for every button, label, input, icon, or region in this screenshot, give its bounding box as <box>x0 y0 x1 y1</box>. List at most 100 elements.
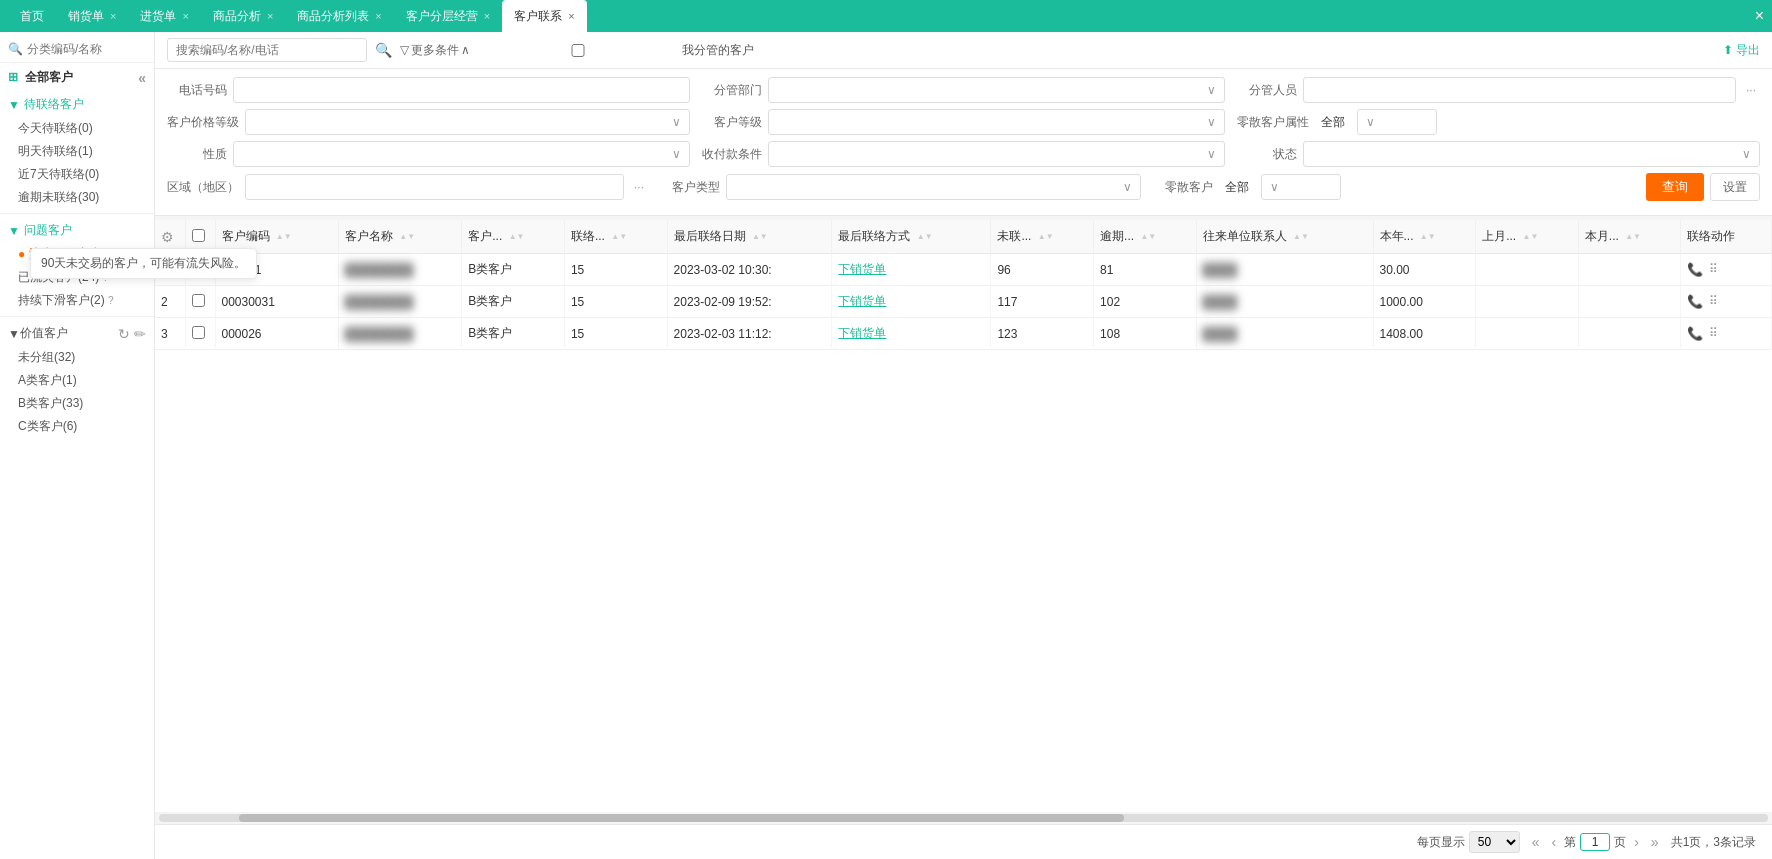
sidebar-collapse-icon[interactable]: « <box>138 70 146 86</box>
scrollbar-track <box>159 814 1768 822</box>
region-input[interactable] <box>245 174 624 200</box>
sort-name-icon[interactable]: ▲▼ <box>399 232 415 241</box>
phone-action-icon[interactable]: 📞 <box>1687 262 1703 277</box>
sidebar-item-a-class[interactable]: A类客户(1) <box>0 369 154 392</box>
price-level-select[interactable]: ∨ <box>245 109 690 135</box>
phone-action-icon[interactable]: 📞 <box>1687 294 1703 309</box>
current-page[interactable]: 1 <box>1580 833 1610 851</box>
method-link[interactable]: 下销货单 <box>838 294 886 308</box>
cell-actions: 📞⠿ <box>1681 286 1772 318</box>
tab-purchase[interactable]: 进货单 × <box>128 0 200 32</box>
region-dotdot[interactable]: ··· <box>630 180 648 194</box>
sort-contact-icon[interactable]: ▲▼ <box>611 232 627 241</box>
field-phone: 电话号码 <box>167 77 690 103</box>
col-last-date-label: 最后联络日期 <box>674 229 746 243</box>
phone-input[interactable] <box>233 77 690 103</box>
method-link[interactable]: 下销货单 <box>838 262 886 276</box>
cell-type: B类客户 <box>462 318 565 350</box>
scatter-attr-select[interactable]: ∨ <box>1357 109 1437 135</box>
more-action-icon[interactable]: ⠿ <box>1709 262 1718 277</box>
tab-goods-list[interactable]: 商品分析列表 × <box>285 0 393 32</box>
scatter-customer-value: 全部 <box>1219 179 1255 196</box>
sidebar-item-declining[interactable]: 持续下滑客户(2) ? <box>0 289 154 312</box>
customer-type-select[interactable]: ∨ <box>726 174 1141 200</box>
tab-customer-contact[interactable]: 客户联系 × <box>502 0 586 32</box>
sort-lmonth-icon[interactable]: ▲▼ <box>1523 232 1539 241</box>
export-button[interactable]: ⬆ 导出 <box>1723 42 1760 59</box>
close-purchase-icon[interactable]: × <box>182 10 188 22</box>
sort-overdue-icon[interactable]: ▲▼ <box>1140 232 1156 241</box>
select-all-checkbox[interactable] <box>192 229 205 242</box>
cell-type: B类客户 <box>462 286 565 318</box>
my-customers-checkbox[interactable]: 我分管的客户 <box>478 42 754 59</box>
sidebar-item-b-class[interactable]: B类客户(33) <box>0 392 154 415</box>
cell-actions: 📞⠿ <box>1681 254 1772 286</box>
sidebar-item-tomorrow[interactable]: 明天待联络(1) <box>0 140 154 163</box>
edit-icon[interactable]: ✏ <box>134 326 146 342</box>
sort-method-icon[interactable]: ▲▼ <box>917 232 933 241</box>
search-input[interactable] <box>167 38 367 62</box>
sidebar: 🔍 ⊞ 全部客户 « ▼ 待联络客户 今天待联络(0) 明天待联络(1) 近7天… <box>0 32 155 859</box>
nature-select[interactable]: ∨ <box>233 141 690 167</box>
my-customers-check[interactable] <box>478 44 678 57</box>
row-checkbox[interactable] <box>192 326 205 339</box>
query-button[interactable]: 查询 <box>1646 173 1704 201</box>
tab-purchase-label: 进货单 <box>140 8 176 25</box>
scatter-customer-select[interactable]: ∨ <box>1261 174 1341 200</box>
sidebar-group-value[interactable]: ▼ 价值客户 ↻ ✏ <box>0 321 154 346</box>
settings-button[interactable]: 设置 <box>1710 173 1760 201</box>
sidebar-item-today[interactable]: 今天待联络(0) <box>0 117 154 140</box>
close-customer-contact-icon[interactable]: × <box>568 10 574 22</box>
tab-home[interactable]: 首页 <box>8 0 56 32</box>
refresh-icon[interactable]: ↻ <box>118 326 130 342</box>
field-dept: 分管部门 ∨ <box>702 77 1225 103</box>
sort-tmonth-icon[interactable]: ▲▼ <box>1625 232 1641 241</box>
nav-close-icon[interactable]: × <box>1755 7 1764 25</box>
sidebar-group-pending[interactable]: ▼ 待联络客户 <box>0 92 154 117</box>
person-select[interactable] <box>1303 77 1736 103</box>
sidebar-item-7days[interactable]: 近7天待联络(0) <box>0 163 154 186</box>
tab-customer-layer[interactable]: 客户分层经营 × <box>394 0 502 32</box>
more-filters-button[interactable]: ▽ 更多条件 ∧ <box>400 42 470 59</box>
dept-select[interactable]: ∨ <box>768 77 1225 103</box>
first-page-button[interactable]: « <box>1528 832 1544 852</box>
sidebar-item-ungroup[interactable]: 未分组(32) <box>0 346 154 369</box>
sort-date-icon[interactable]: ▲▼ <box>752 232 768 241</box>
tab-goods-analysis[interactable]: 商品分析 × <box>201 0 285 32</box>
sort-unit-icon[interactable]: ▲▼ <box>1293 232 1309 241</box>
more-filters-label: 更多条件 <box>411 42 459 59</box>
sidebar-search-input[interactable] <box>27 42 146 56</box>
tab-sales[interactable]: 销货单 × <box>56 0 128 32</box>
close-goods-analysis-icon[interactable]: × <box>267 10 273 22</box>
status-select[interactable]: ∨ <box>1303 141 1760 167</box>
sidebar-item-c-class[interactable]: C类客户(6) <box>0 415 154 438</box>
sort-uncontacted-icon[interactable]: ▲▼ <box>1038 232 1054 241</box>
close-sales-icon[interactable]: × <box>110 10 116 22</box>
sidebar-item-overdue[interactable]: 逾期未联络(30) <box>0 186 154 209</box>
row-checkbox[interactable] <box>192 294 205 307</box>
adv-filter-row-1: 电话号码 分管部门 ∨ 分管人员 ··· <box>167 77 1760 103</box>
phone-action-icon[interactable]: 📞 <box>1687 326 1703 341</box>
field-customer-type: 客户类型 ∨ <box>660 174 1141 200</box>
sidebar-group-problem[interactable]: ▼ 问题客户 <box>0 218 154 243</box>
horizontal-scrollbar[interactable] <box>155 812 1772 824</box>
prev-page-button[interactable]: ‹ <box>1548 832 1561 852</box>
close-customer-layer-icon[interactable]: × <box>484 10 490 22</box>
scrollbar-thumb[interactable] <box>239 814 1124 822</box>
settings-gear-icon[interactable]: ⚙ <box>161 229 174 245</box>
sort-type-icon[interactable]: ▲▼ <box>509 232 525 241</box>
per-page-select[interactable]: 50 20 100 <box>1469 831 1520 853</box>
search-button[interactable]: 🔍 <box>375 42 392 58</box>
last-page-button[interactable]: » <box>1647 832 1663 852</box>
more-action-icon[interactable]: ⠿ <box>1709 326 1718 341</box>
close-goods-list-icon[interactable]: × <box>375 10 381 22</box>
customer-level-select[interactable]: ∨ <box>768 109 1225 135</box>
sort-code-icon[interactable]: ▲▼ <box>276 232 292 241</box>
sort-year-icon[interactable]: ▲▼ <box>1420 232 1436 241</box>
payment-select[interactable]: ∨ <box>768 141 1225 167</box>
person-dotdot[interactable]: ··· <box>1742 83 1760 97</box>
sidebar-all-customers[interactable]: ⊞ 全部客户 « <box>0 63 154 92</box>
next-page-button[interactable]: › <box>1630 832 1643 852</box>
method-link[interactable]: 下销货单 <box>838 326 886 340</box>
more-action-icon[interactable]: ⠿ <box>1709 294 1718 309</box>
